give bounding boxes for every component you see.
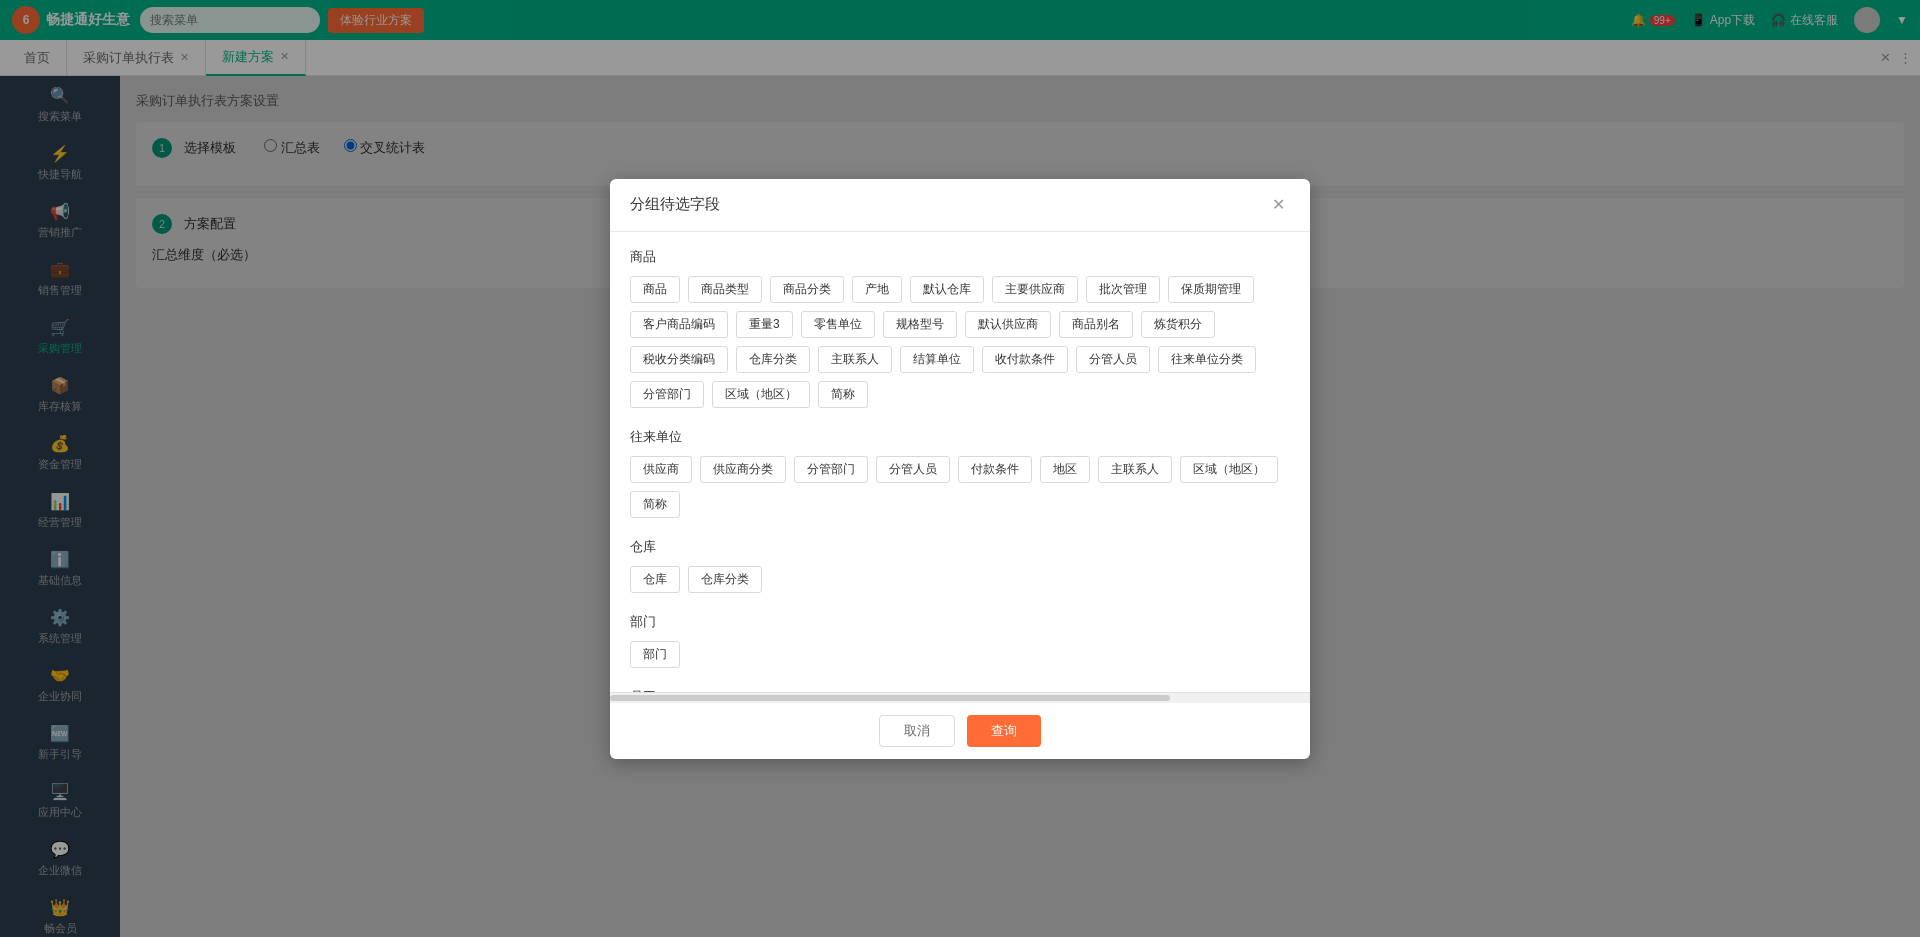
field-tag[interactable]: 区域（地区） xyxy=(712,381,810,408)
modal-footer: 取消 查询 xyxy=(610,702,1310,759)
field-tag[interactable]: 供应商分类 xyxy=(700,456,786,483)
field-tag[interactable]: 商品分类 xyxy=(770,276,844,303)
field-tag[interactable]: 保质期管理 xyxy=(1168,276,1254,303)
field-tag[interactable]: 分管部门 xyxy=(794,456,868,483)
field-tag[interactable]: 主联系人 xyxy=(1098,456,1172,483)
section-goods-title: 商品 xyxy=(630,248,1290,266)
modal: 分组待选字段 ✕ 商品 商品 商品类型 商品分类 产地 默认仓库 主要供应商 批… xyxy=(610,179,1310,759)
section-department-title: 部门 xyxy=(630,613,1290,631)
field-tag[interactable]: 客户商品编码 xyxy=(630,311,728,338)
modal-close-button[interactable]: ✕ xyxy=(1266,193,1290,217)
section-partner: 往来单位 供应商 供应商分类 分管部门 分管人员 付款条件 地区 主联系人 区域… xyxy=(630,428,1290,518)
field-tag[interactable]: 默认供应商 xyxy=(965,311,1051,338)
section-warehouse: 仓库 仓库 仓库分类 xyxy=(630,538,1290,593)
modal-title: 分组待选字段 xyxy=(630,195,720,214)
modal-overlay: 分组待选字段 ✕ 商品 商品 商品类型 商品分类 产地 默认仓库 主要供应商 批… xyxy=(0,0,1920,937)
cancel-button[interactable]: 取消 xyxy=(879,715,955,747)
field-tag[interactable]: 结算单位 xyxy=(900,346,974,373)
section-department-tags: 部门 xyxy=(630,641,1290,668)
field-tag[interactable]: 仓库分类 xyxy=(736,346,810,373)
field-tag[interactable]: 往来单位分类 xyxy=(1158,346,1256,373)
field-tag[interactable]: 仓库分类 xyxy=(688,566,762,593)
field-tag[interactable]: 供应商 xyxy=(630,456,692,483)
field-tag[interactable]: 重量3 xyxy=(736,311,793,338)
field-tag[interactable]: 仓库 xyxy=(630,566,680,593)
confirm-button[interactable]: 查询 xyxy=(967,715,1041,747)
field-tag[interactable]: 批次管理 xyxy=(1086,276,1160,303)
field-tag[interactable]: 付款条件 xyxy=(958,456,1032,483)
modal-body: 商品 商品 商品类型 商品分类 产地 默认仓库 主要供应商 批次管理 保质期管理… xyxy=(610,232,1310,692)
section-partner-tags: 供应商 供应商分类 分管部门 分管人员 付款条件 地区 主联系人 区域（地区） … xyxy=(630,456,1290,518)
section-warehouse-title: 仓库 xyxy=(630,538,1290,556)
field-tag[interactable]: 商品 xyxy=(630,276,680,303)
field-tag[interactable]: 简称 xyxy=(630,491,680,518)
field-tag[interactable]: 产地 xyxy=(852,276,902,303)
field-tag[interactable]: 主联系人 xyxy=(818,346,892,373)
field-tag[interactable]: 收付款条件 xyxy=(982,346,1068,373)
section-department: 部门 部门 xyxy=(630,613,1290,668)
field-tag[interactable]: 规格型号 xyxy=(883,311,957,338)
section-warehouse-tags: 仓库 仓库分类 xyxy=(630,566,1290,593)
field-tag[interactable]: 税收分类编码 xyxy=(630,346,728,373)
section-goods-tags: 商品 商品类型 商品分类 产地 默认仓库 主要供应商 批次管理 保质期管理 客户… xyxy=(630,276,1290,408)
field-tag[interactable]: 默认仓库 xyxy=(910,276,984,303)
modal-header: 分组待选字段 ✕ xyxy=(610,179,1310,232)
field-tag[interactable]: 炼货积分 xyxy=(1141,311,1215,338)
field-tag[interactable]: 分管部门 xyxy=(630,381,704,408)
field-tag[interactable]: 地区 xyxy=(1040,456,1090,483)
field-tag[interactable]: 零售单位 xyxy=(801,311,875,338)
field-tag[interactable]: 主要供应商 xyxy=(992,276,1078,303)
section-partner-title: 往来单位 xyxy=(630,428,1290,446)
section-goods: 商品 商品 商品类型 商品分类 产地 默认仓库 主要供应商 批次管理 保质期管理… xyxy=(630,248,1290,408)
modal-horizontal-scrollbar[interactable] xyxy=(610,692,1310,702)
field-tag[interactable]: 分管人员 xyxy=(1076,346,1150,373)
field-tag[interactable]: 简称 xyxy=(818,381,868,408)
modal-hscroll-thumb xyxy=(610,695,1170,701)
field-tag[interactable]: 部门 xyxy=(630,641,680,668)
field-tag[interactable]: 商品别名 xyxy=(1059,311,1133,338)
field-tag[interactable]: 区域（地区） xyxy=(1180,456,1278,483)
field-tag[interactable]: 分管人员 xyxy=(876,456,950,483)
field-tag[interactable]: 商品类型 xyxy=(688,276,762,303)
